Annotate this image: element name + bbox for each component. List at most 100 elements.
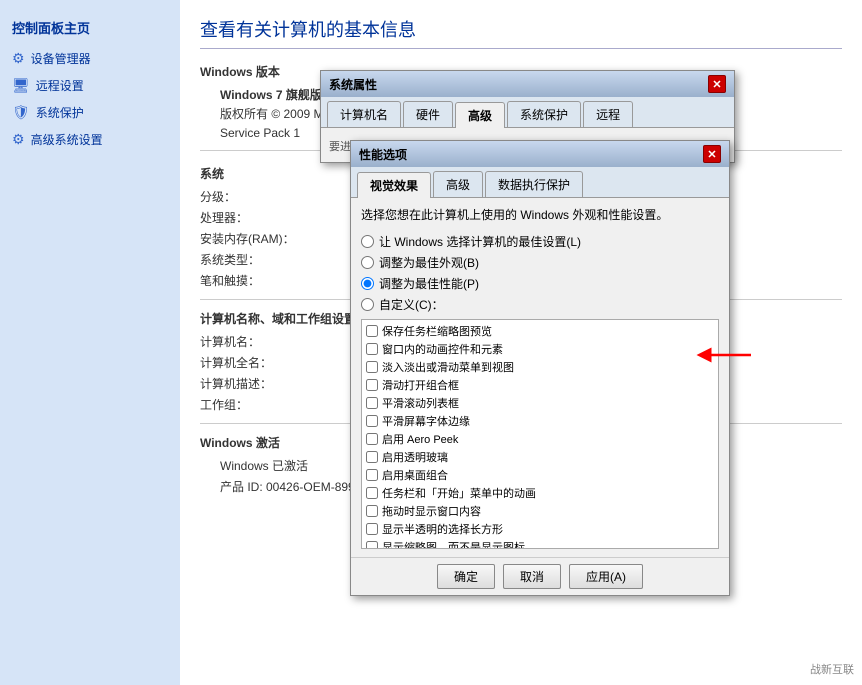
- tab-advanced[interactable]: 高级: [455, 102, 505, 128]
- perf-apply-button[interactable]: 应用(A): [569, 564, 643, 589]
- radio-best-performance: 调整为最佳性能(P): [361, 275, 719, 292]
- row-label: 工作组：: [200, 396, 330, 413]
- checkbox-item: 显示缩略图，而不是显示图标: [362, 538, 718, 549]
- row-label: 计算机名：: [200, 333, 330, 350]
- checkbox-label-9: 任务栏和「开始」菜单中的动画: [382, 485, 536, 501]
- perf-close-button[interactable]: ✕: [703, 145, 721, 163]
- checkbox-label-12: 显示缩略图，而不是显示图标: [382, 539, 525, 549]
- checkbox-label-7: 启用透明玻璃: [382, 449, 448, 465]
- radio-custom-input[interactable]: [361, 298, 374, 311]
- perf-dialog: 性能选项 ✕ 视觉效果 高级 数据执行保护 选择您想在此计算机上使用的 Wind…: [350, 140, 730, 596]
- row-label: 分级：: [200, 188, 330, 205]
- sidebar-item-label: 高级系统设置: [31, 131, 103, 148]
- checkbox-input-0[interactable]: [366, 325, 378, 337]
- radio-best-performance-label: 调整为最佳性能(P): [379, 275, 479, 292]
- checkbox-item: 启用桌面组合: [362, 466, 718, 484]
- checkbox-input-8[interactable]: [366, 469, 378, 481]
- perf-radio-group: 让 Windows 选择计算机的最佳设置(L) 调整为最佳外观(B) 调整为最佳…: [361, 233, 719, 313]
- row-label: 计算机全名：: [200, 354, 330, 371]
- radio-best-appearance: 调整为最佳外观(B): [361, 254, 719, 271]
- perf-body: 选择您想在此计算机上使用的 Windows 外观和性能设置。 让 Windows…: [351, 198, 729, 557]
- radio-custom-label: 自定义(C)：: [379, 296, 444, 313]
- red-arrow-annotation: [696, 345, 756, 365]
- sidebar-item-system-protection[interactable]: 🛡 系统保护: [0, 99, 180, 126]
- radio-windows-best-input[interactable]: [361, 235, 374, 248]
- radio-windows-best: 让 Windows 选择计算机的最佳设置(L): [361, 233, 719, 250]
- checkbox-input-12[interactable]: [366, 541, 378, 549]
- radio-best-performance-input[interactable]: [361, 277, 374, 290]
- sidebar: 控制面板主页 ⚙ 设备管理器 🖥 远程设置 🛡 系统保护 ⚙ 高级系统设置: [0, 0, 180, 685]
- checkbox-input-1[interactable]: [366, 343, 378, 355]
- checkbox-item: 保存任务栏缩略图预览: [362, 322, 718, 340]
- perf-tabs: 视觉效果 高级 数据执行保护: [351, 167, 729, 198]
- row-label: 笔和触摸：: [200, 272, 330, 289]
- checkbox-input-9[interactable]: [366, 487, 378, 499]
- sidebar-item-device-manager[interactable]: ⚙ 设备管理器: [0, 45, 180, 72]
- checkbox-input-4[interactable]: [366, 397, 378, 409]
- checkbox-label-3: 滑动打开组合框: [382, 377, 459, 393]
- checkbox-item: 启用透明玻璃: [362, 448, 718, 466]
- sidebar-item-advanced-settings[interactable]: ⚙ 高级系统设置: [0, 126, 180, 153]
- sidebar-item-label: 系统保护: [36, 104, 84, 121]
- watermark: 战新互联: [810, 661, 854, 677]
- perf-tab-visual[interactable]: 视觉效果: [357, 172, 431, 198]
- page-title: 查看有关计算机的基本信息: [200, 16, 842, 49]
- checkbox-label-6: 启用 Aero Peek: [382, 431, 458, 447]
- perf-titlebar: 性能选项 ✕: [351, 141, 729, 167]
- tab-remote[interactable]: 远程: [583, 101, 633, 127]
- checkbox-item: 平滑屏幕字体边缘: [362, 412, 718, 430]
- perf-footer: 确定 取消 应用(A): [351, 557, 729, 595]
- checkbox-item: 显示半透明的选择长方形: [362, 520, 718, 538]
- sidebar-home-link[interactable]: 控制面板主页: [0, 10, 180, 45]
- perf-description: 选择您想在此计算机上使用的 Windows 外观和性能设置。: [361, 206, 719, 223]
- sysclass-titlebar: 系统属性 ✕: [321, 71, 734, 97]
- row-label: 处理器：: [200, 209, 330, 226]
- perf-cancel-button[interactable]: 取消: [503, 564, 561, 589]
- perf-tab-advanced[interactable]: 高级: [433, 171, 483, 197]
- checkbox-input-7[interactable]: [366, 451, 378, 463]
- tab-system-protection[interactable]: 系统保护: [507, 101, 581, 127]
- checkbox-item: 任务栏和「开始」菜单中的动画: [362, 484, 718, 502]
- checkbox-list[interactable]: 保存任务栏缩略图预览窗口内的动画控件和元素淡入淡出或滑动菜单到视图滑动打开组合框…: [361, 319, 719, 549]
- checkbox-item: 启用 Aero Peek: [362, 430, 718, 448]
- checkbox-input-3[interactable]: [366, 379, 378, 391]
- checkbox-item: 窗口内的动画控件和元素: [362, 340, 718, 358]
- checkbox-label-2: 淡入淡出或滑动菜单到视图: [382, 359, 514, 375]
- sidebar-item-label: 远程设置: [36, 77, 84, 94]
- perf-ok-button[interactable]: 确定: [437, 564, 495, 589]
- radio-best-appearance-label: 调整为最佳外观(B): [379, 254, 479, 271]
- checkbox-input-11[interactable]: [366, 523, 378, 535]
- sysclass-tabs: 计算机名 硬件 高级 系统保护 远程: [321, 97, 734, 128]
- tab-hardware[interactable]: 硬件: [403, 101, 453, 127]
- checkbox-input-10[interactable]: [366, 505, 378, 517]
- sysclass-close-button[interactable]: ✕: [708, 75, 726, 93]
- checkbox-input-2[interactable]: [366, 361, 378, 373]
- radio-custom: 自定义(C)：: [361, 296, 719, 313]
- checkbox-label-8: 启用桌面组合: [382, 467, 448, 483]
- system-protection-icon: 🛡: [12, 104, 30, 121]
- radio-windows-best-label: 让 Windows 选择计算机的最佳设置(L): [379, 233, 581, 250]
- checkbox-item: 淡入淡出或滑动菜单到视图: [362, 358, 718, 376]
- checkbox-label-0: 保存任务栏缩略图预览: [382, 323, 492, 339]
- checkbox-input-6[interactable]: [366, 433, 378, 445]
- row-label: 安装内存(RAM)：: [200, 230, 330, 247]
- perf-title: 性能选项: [359, 146, 407, 163]
- row-label: 系统类型：: [200, 251, 330, 268]
- sidebar-item-remote-settings[interactable]: 🖥 远程设置: [0, 72, 180, 99]
- perf-tab-dep[interactable]: 数据执行保护: [485, 171, 583, 197]
- checkbox-item: 滑动打开组合框: [362, 376, 718, 394]
- checkbox-label-10: 拖动时显示窗口内容: [382, 503, 481, 519]
- checkbox-label-1: 窗口内的动画控件和元素: [382, 341, 503, 357]
- row-label: 计算机描述：: [200, 375, 330, 392]
- checkbox-label-4: 平滑滚动列表框: [382, 395, 459, 411]
- tab-computer-name[interactable]: 计算机名: [327, 101, 401, 127]
- device-manager-icon: ⚙: [12, 50, 25, 67]
- sidebar-item-label: 设备管理器: [31, 50, 91, 67]
- checkbox-label-5: 平滑屏幕字体边缘: [382, 413, 470, 429]
- checkbox-item: 拖动时显示窗口内容: [362, 502, 718, 520]
- checkbox-label-11: 显示半透明的选择长方形: [382, 521, 503, 537]
- advanced-settings-icon: ⚙: [12, 131, 25, 148]
- radio-best-appearance-input[interactable]: [361, 256, 374, 269]
- checkbox-input-5[interactable]: [366, 415, 378, 427]
- checkbox-item: 平滑滚动列表框: [362, 394, 718, 412]
